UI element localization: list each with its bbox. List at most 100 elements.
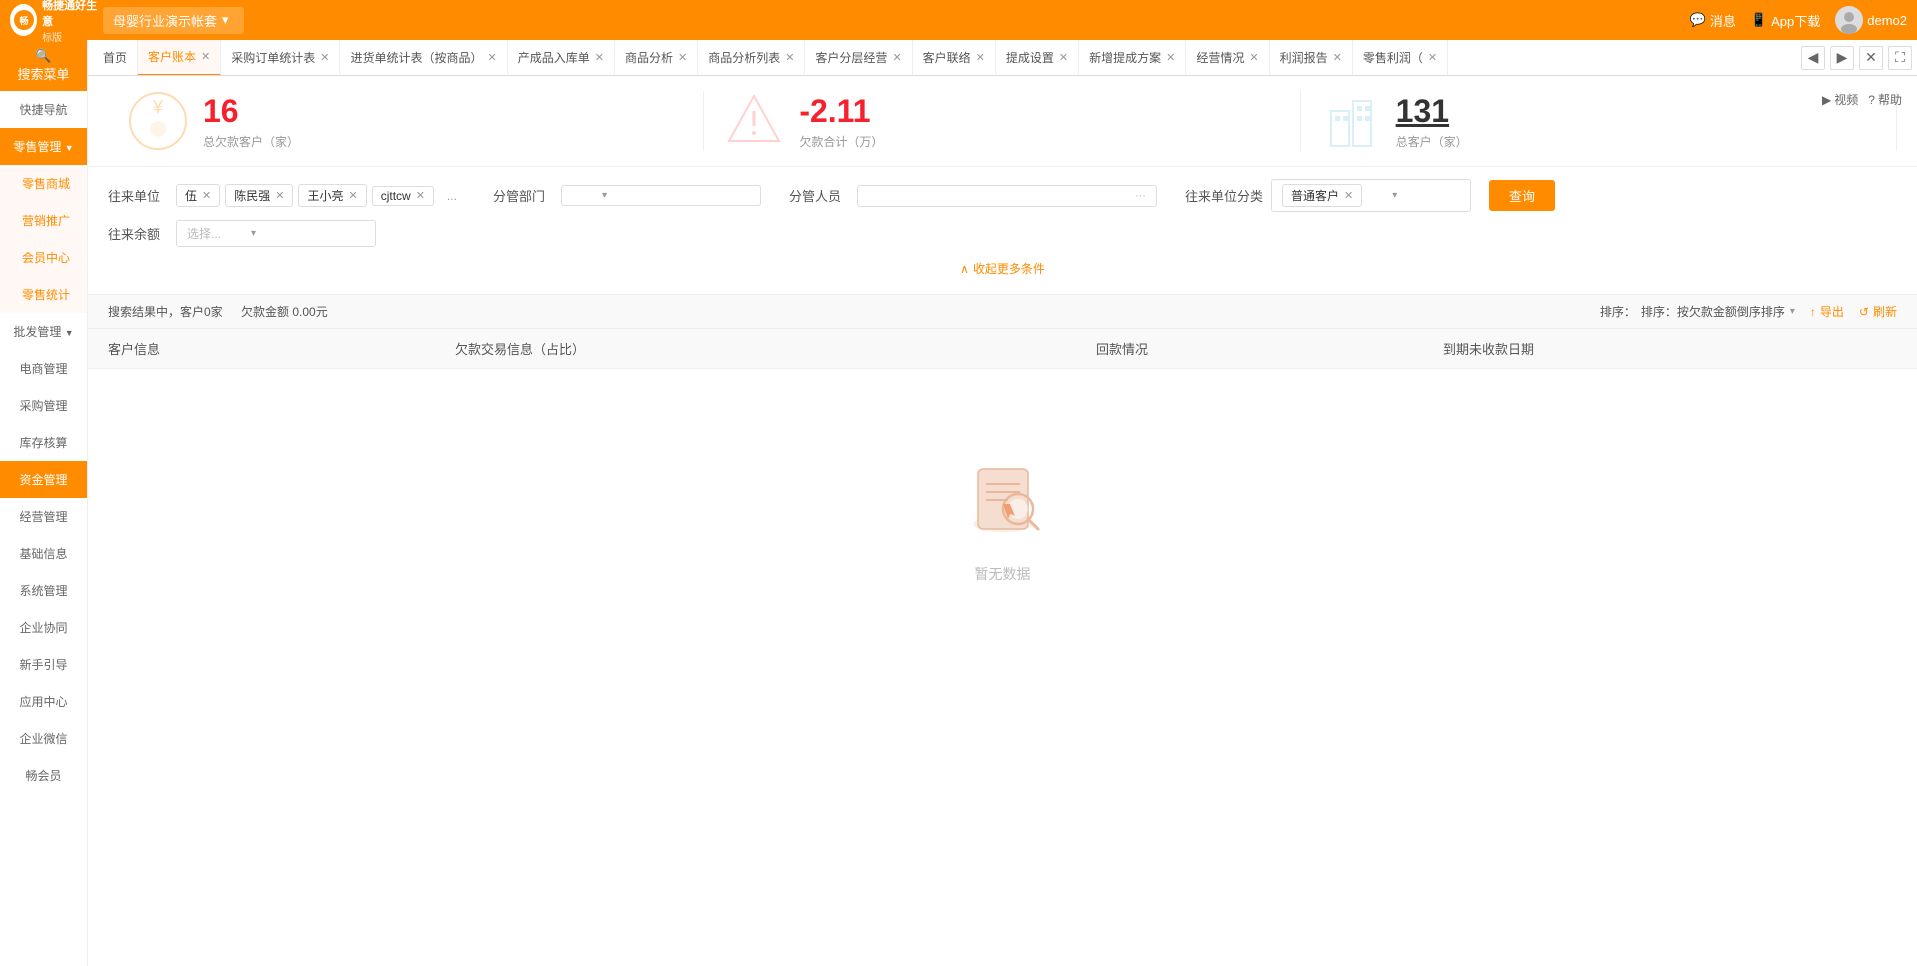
chevron-down-icon: ▾ [1790,306,1795,317]
tab-label: 客户账本 [148,48,196,65]
close-icon[interactable]: ✕ [595,51,604,64]
tab-new-commission[interactable]: 新增提成方案 ✕ [1079,40,1186,76]
tab-maximize-button[interactable]: ⛶ [1888,46,1912,70]
tag-label: 普通客户 [1291,187,1339,204]
overdue-amount-label: 欠款合计（万） [799,133,883,150]
close-icon[interactable]: ✕ [1428,51,1437,64]
close-icon[interactable]: ✕ [1166,51,1175,64]
tab-label: 进货单统计表（按商品） [350,49,482,66]
video-icon: ▶ [1822,93,1831,107]
filter-tag-more[interactable]: ... [439,187,465,205]
tab-close-all-button[interactable]: ✕ [1859,46,1883,70]
sidebar-item-label: 系统管理 [19,584,67,598]
tab-operations[interactable]: 经营情况 ✕ [1186,40,1269,76]
filter-tag-wu[interactable]: 伍 ✕ [176,184,220,207]
close-icon[interactable]: ✕ [488,51,497,64]
category-dropdown[interactable]: 普通客户 ✕ ▾ [1271,179,1471,212]
message-label: 消息 [1710,11,1736,30]
stat-values-total: 131 总客户（家） [1396,93,1468,150]
video-button[interactable]: ▶ 视频 [1822,91,1858,108]
close-icon[interactable]: ✕ [320,51,329,64]
sidebar-item-retail-mall[interactable]: 零售商城 [0,165,87,202]
sidebar-item-wechat[interactable]: 企业微信 [0,720,87,757]
tab-customer-ledger[interactable]: 客户账本 ✕ [138,40,221,76]
sidebar-item-operations[interactable]: 经营管理 [0,498,87,535]
export-button[interactable]: ↑ 导出 [1810,303,1844,320]
sidebar-item-beginner[interactable]: 新手引导 [0,646,87,683]
tab-commission-settings[interactable]: 提成设置 ✕ [996,40,1079,76]
category-tag[interactable]: 普通客户 ✕ [1282,184,1362,207]
balance-placeholder: 选择... [187,225,221,242]
message-button[interactable]: 💬 消息 [1690,11,1736,30]
tab-home[interactable]: 首页 [93,40,138,76]
empty-state: 暂无数据 [88,369,1917,664]
sidebar-item-label: 零售管理 [13,140,61,154]
user-area[interactable]: demo2 [1835,6,1907,34]
sidebar-item-marketing[interactable]: 营销推广 [0,202,87,239]
logo-text: 畅捷通好生意 [42,0,98,29]
close-icon[interactable]: ✕ [1333,51,1342,64]
remove-tag-icon[interactable]: ✕ [202,189,211,202]
filter-tag-wang[interactable]: 王小亮 ✕ [298,184,366,207]
sidebar-item-wholesale-mgmt[interactable]: 批发管理 ▼ [0,313,87,350]
close-icon[interactable]: ✕ [1059,51,1068,64]
sidebar-item-inventory[interactable]: 库存核算 [0,424,87,461]
person-dropdown[interactable]: ··· [857,185,1157,207]
refresh-button[interactable]: ↺ 刷新 [1859,303,1897,320]
sidebar-item-enterprise-collab[interactable]: 企业协同 [0,609,87,646]
sidebar-item-ecommerce[interactable]: 电商管理 [0,350,87,387]
workspace-area: 母婴行业演示帐套 ▾ [98,7,1690,34]
help-button[interactable]: ? 帮助 [1868,91,1902,108]
tab-product-inbound[interactable]: 产成品入库单 ✕ [508,40,615,76]
search-menu-button[interactable]: 🔍 搜索菜单 [0,40,87,91]
sidebar-item-retail-mgmt[interactable]: 零售管理 ▼ [0,128,87,165]
more-label: ... [447,189,457,203]
sort-button[interactable]: 排序： 排序：按欠款金额倒序排序 ▾ [1600,303,1795,320]
collapse-button[interactable]: ∧ 收起更多条件 [960,260,1045,277]
tab-retail-profit[interactable]: 零售利润（ ✕ [1353,40,1448,76]
tab-product-analysis-list[interactable]: 商品分析列表 ✕ [698,40,805,76]
chevron-down-icon: ▾ [251,228,256,239]
export-icon: ↑ [1810,305,1816,319]
close-icon[interactable]: ✕ [976,51,985,64]
filter-tag-chen[interactable]: 陈民强 ✕ [225,184,293,207]
total-customers-label: 总客户（家） [1396,133,1468,150]
sidebar-item-purchase[interactable]: 采购管理 [0,387,87,424]
balance-dropdown[interactable]: 选择... ▾ [176,220,376,247]
workspace-selector[interactable]: 母婴行业演示帐套 ▾ [103,7,244,34]
sidebar-item-finance[interactable]: 资金管理 [0,461,87,498]
remove-tag-icon[interactable]: ✕ [348,189,357,202]
overdue-amount-value: -2.11 [799,93,883,130]
close-icon[interactable]: ✕ [785,51,794,64]
tab-prev-button[interactable]: ◀ [1801,46,1825,70]
tab-profit-report[interactable]: 利润报告 ✕ [1270,40,1353,76]
tab-product-analysis[interactable]: 商品分析 ✕ [615,40,698,76]
dept-dropdown[interactable]: ▾ [561,185,761,206]
close-icon[interactable]: ✕ [678,51,687,64]
sidebar-item-app-center[interactable]: 应用中心 [0,683,87,720]
close-icon[interactable]: ✕ [892,51,901,64]
sidebar-item-member[interactable]: 畅会员 [0,757,87,794]
tag-label: 王小亮 [307,187,343,204]
stats-bar: ¥ 16 总欠款客户（家） [88,76,1917,167]
tab-customer-tier[interactable]: 客户分层经营 ✕ [805,40,912,76]
remove-tag-icon[interactable]: ✕ [275,189,284,202]
close-icon[interactable]: ✕ [1249,51,1258,64]
close-icon[interactable]: ✕ [201,50,210,63]
query-button[interactable]: 查询 [1489,180,1555,211]
remove-category-icon[interactable]: ✕ [1344,189,1353,202]
sidebar-item-retail-stats[interactable]: 零售统计 [0,276,87,313]
sidebar-item-member-center[interactable]: 会员中心 [0,239,87,276]
sidebar-item-system-mgmt[interactable]: 系统管理 [0,572,87,609]
tab-customer-contact[interactable]: 客户联络 ✕ [913,40,996,76]
tab-label: 客户联络 [923,49,971,66]
tab-next-button[interactable]: ▶ [1830,46,1854,70]
app-download-button[interactable]: 📱 App下载 [1751,11,1820,30]
tab-purchase-order-stats[interactable]: 采购订单统计表 ✕ [221,40,340,76]
filter-tag-cjttcw[interactable]: cjttcw ✕ [372,186,434,206]
sidebar-item-basic-info[interactable]: 基础信息 [0,535,87,572]
tab-inbound-stats[interactable]: 进货单统计表（按商品） ✕ [340,40,507,76]
remove-tag-icon[interactable]: ✕ [416,189,425,202]
sidebar-item-quick-nav[interactable]: 快捷导航 [0,91,87,128]
tab-bar: 首页 客户账本 ✕ 采购订单统计表 ✕ 进货单统计表（按商品） ✕ 产成品入库单… [88,40,1917,76]
